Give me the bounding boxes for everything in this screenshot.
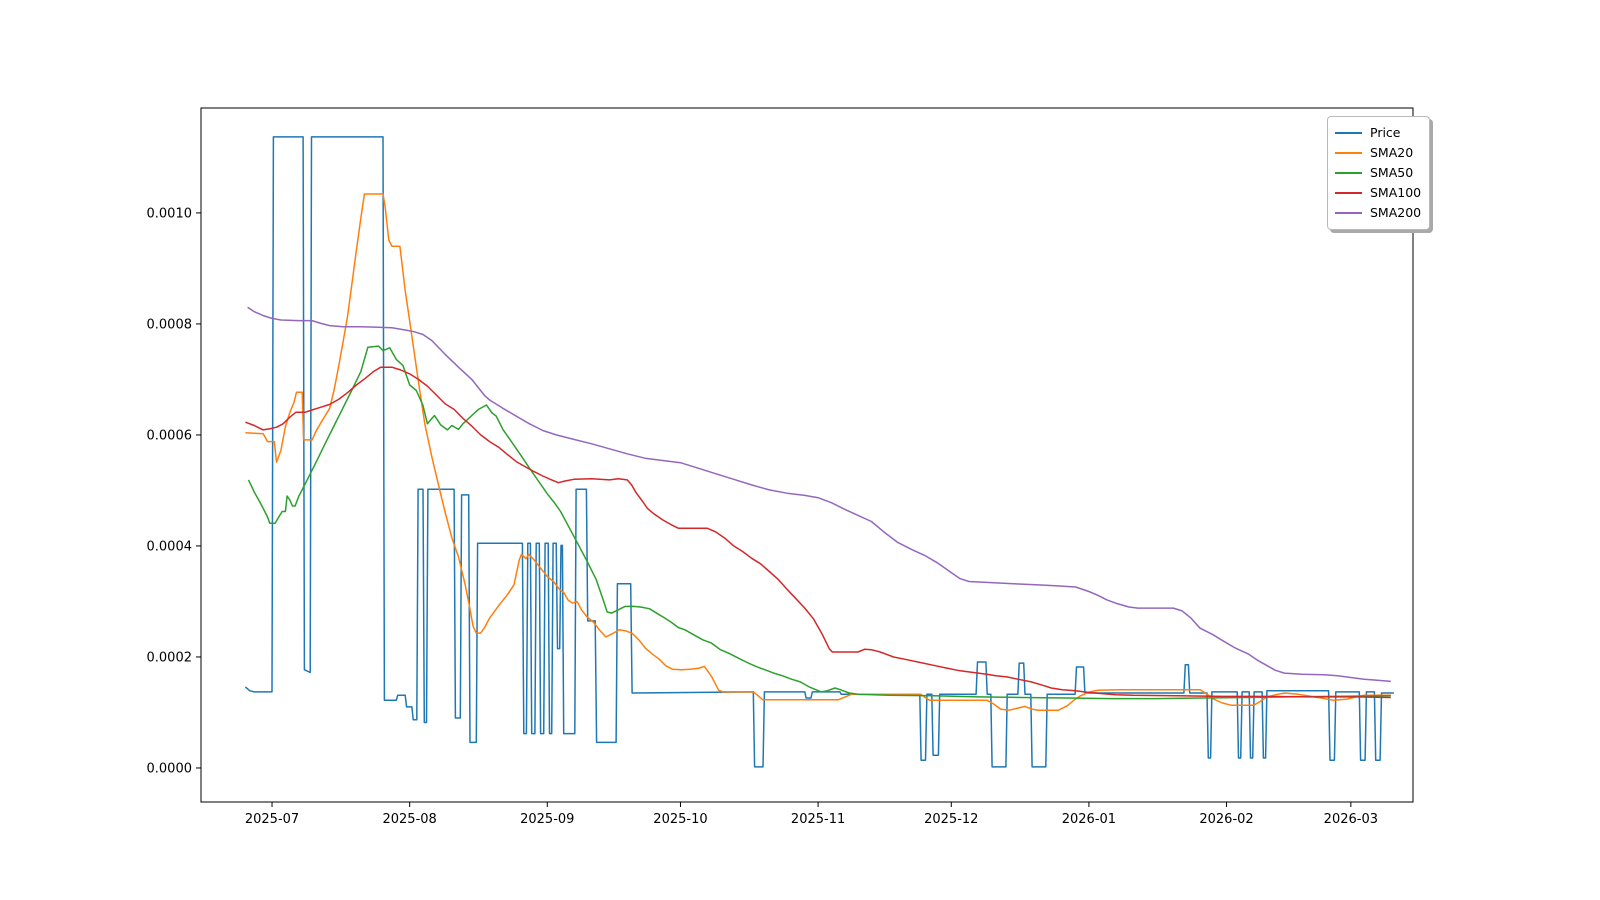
legend-item-sma50: SMA50: [1335, 163, 1421, 183]
legend-line-swatch: [1335, 212, 1362, 214]
x-tick-label: 2025-08: [382, 812, 436, 827]
y-tick-label: 0.0006: [147, 428, 193, 443]
legend-item-sma200: SMA200: [1335, 203, 1421, 223]
y-tick-label: 0.0008: [147, 317, 193, 332]
y-tick-label: 0.0000: [147, 761, 193, 776]
legend-item-sma100: SMA100: [1335, 183, 1421, 203]
legend-label: SMA50: [1370, 165, 1414, 180]
legend-item-price: Price: [1335, 123, 1421, 143]
x-tick-label: 2026-01: [1062, 812, 1116, 827]
x-tick-label: 2025-10: [653, 812, 707, 827]
legend-line-swatch: [1335, 132, 1362, 134]
legend: Price SMA20 SMA50 SMA100 SMA200: [1327, 116, 1431, 230]
x-tick-label: 2025-11: [791, 812, 845, 827]
legend-line-swatch: [1335, 152, 1362, 154]
y-tick-label: 0.0004: [147, 539, 193, 554]
legend-label: SMA100: [1370, 185, 1422, 200]
y-tick-label: 0.0010: [147, 206, 193, 221]
x-tick-label: 2025-07: [245, 812, 299, 827]
legend-label: SMA200: [1370, 205, 1422, 220]
x-tick-label: 2025-12: [924, 812, 978, 827]
y-tick-label: 0.0002: [147, 650, 193, 665]
legend-item-sma20: SMA20: [1335, 143, 1421, 163]
x-tick-label: 2026-02: [1199, 812, 1253, 827]
legend-line-swatch: [1335, 172, 1362, 174]
legend-label: Price: [1370, 125, 1401, 140]
legend-label: SMA20: [1370, 145, 1414, 160]
x-tick-label: 2026-03: [1324, 812, 1378, 827]
x-tick-label: 2025-09: [520, 812, 574, 827]
figure: 2025-07 2025-08 2025-09 2025-10 2025-11 2025-…: [0, 0, 1600, 900]
legend-line-swatch: [1335, 192, 1362, 194]
